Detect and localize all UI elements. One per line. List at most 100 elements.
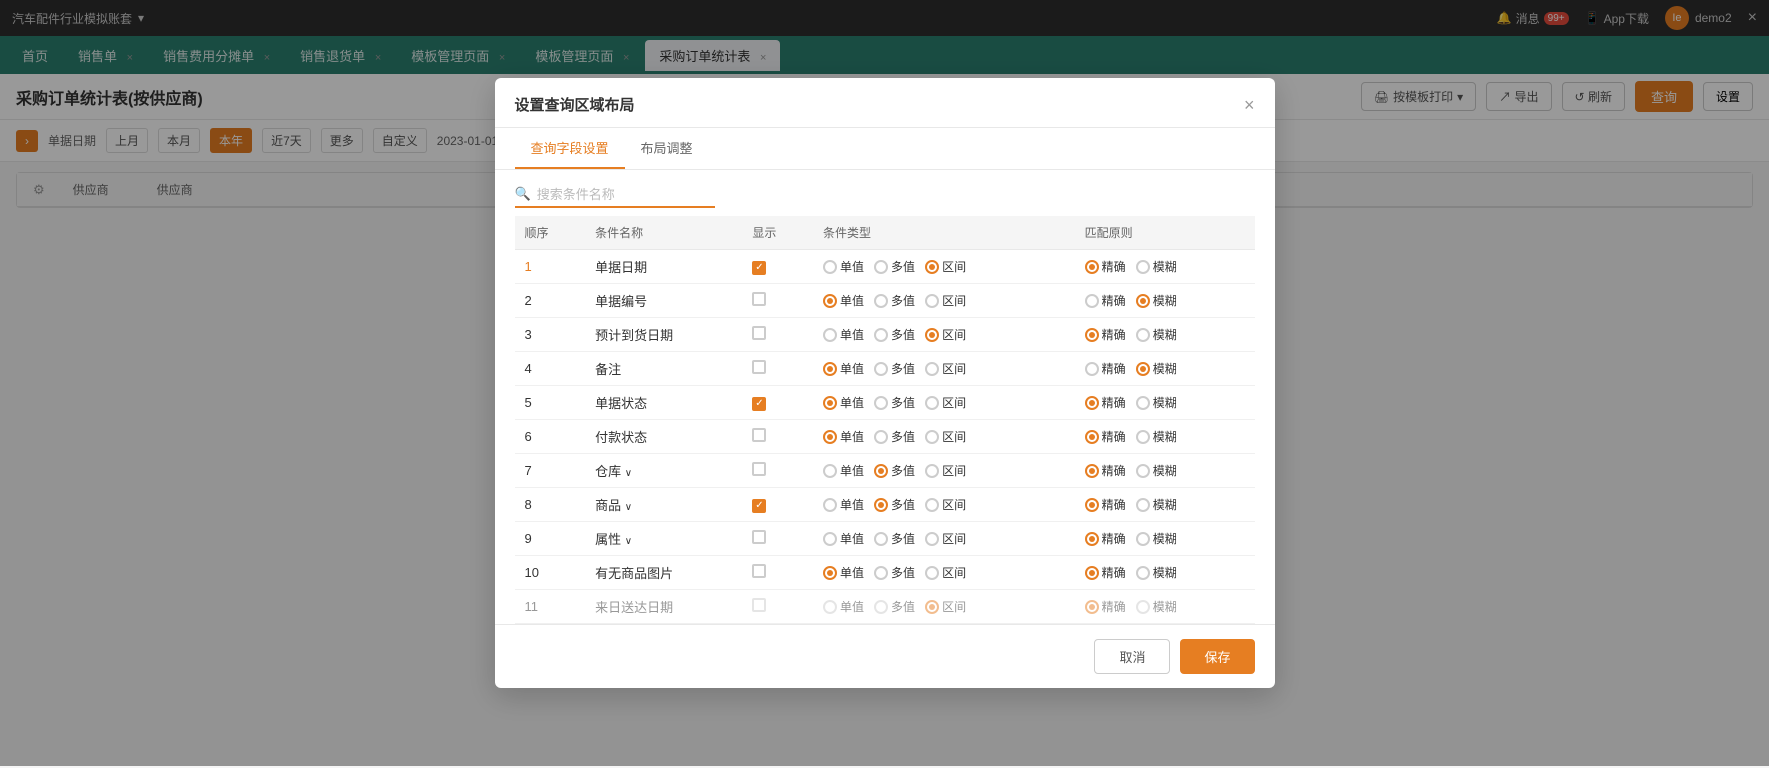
display-checkbox[interactable]	[752, 360, 766, 374]
radio-type-range[interactable]: 区间	[925, 326, 966, 343]
radio-single-indicator	[823, 498, 837, 512]
search-input[interactable]	[537, 187, 697, 202]
radio-type-range[interactable]: 区间	[925, 258, 966, 275]
cell-order: 11	[515, 590, 586, 624]
radio-type-multi[interactable]: 多值	[874, 292, 915, 309]
radio-multi-indicator	[874, 600, 888, 614]
radio-type-range[interactable]: 区间	[925, 564, 966, 581]
radio-match-fuzzy[interactable]: 模糊	[1136, 598, 1177, 615]
display-checkbox[interactable]	[752, 462, 766, 476]
cell-display[interactable]: ✓	[742, 386, 813, 420]
radio-match-exact[interactable]: 精确	[1085, 530, 1126, 547]
radio-match-exact[interactable]: 精确	[1085, 598, 1126, 615]
cell-display[interactable]	[742, 352, 813, 386]
radio-type-multi[interactable]: 多值	[874, 360, 915, 377]
radio-type-single[interactable]: 单值	[823, 326, 864, 343]
tab-query-fields[interactable]: 查询字段设置	[515, 128, 625, 169]
cell-order: 6	[515, 420, 586, 454]
radio-match-exact[interactable]: 精确	[1085, 394, 1126, 411]
cell-match-rule: 精确模糊	[1075, 522, 1255, 556]
cell-condition-type: 单值多值区间	[813, 454, 1075, 488]
radio-type-single[interactable]: 单值	[823, 496, 864, 513]
radio-match-exact[interactable]: 精确	[1085, 326, 1126, 343]
radio-type-multi[interactable]: 多值	[874, 428, 915, 445]
radio-type-multi[interactable]: 多值	[874, 326, 915, 343]
radio-match-exact-indicator	[1085, 600, 1099, 614]
cell-condition-type: 单值多值区间	[813, 556, 1075, 590]
radio-type-range[interactable]: 区间	[925, 394, 966, 411]
radio-type-multi[interactable]: 多值	[874, 564, 915, 581]
radio-match-exact[interactable]: 精确	[1085, 496, 1126, 513]
radio-type-range[interactable]: 区间	[925, 530, 966, 547]
radio-match-fuzzy[interactable]: 模糊	[1136, 496, 1177, 513]
display-checkbox[interactable]	[752, 428, 766, 442]
display-checkbox[interactable]	[752, 292, 766, 306]
radio-type-single[interactable]: 单值	[823, 530, 864, 547]
radio-match-fuzzy[interactable]: 模糊	[1136, 564, 1177, 581]
radio-type-range[interactable]: 区间	[925, 462, 966, 479]
cell-match-rule: 精确模糊	[1075, 386, 1255, 420]
radio-type-single[interactable]: 单值	[823, 598, 864, 615]
radio-type-single[interactable]: 单值	[823, 360, 864, 377]
save-button[interactable]: 保存	[1180, 639, 1254, 674]
radio-match-exact[interactable]: 精确	[1085, 564, 1126, 581]
radio-type-range[interactable]: 区间	[925, 598, 966, 615]
radio-type-single[interactable]: 单值	[823, 292, 864, 309]
radio-match-fuzzy[interactable]: 模糊	[1136, 360, 1177, 377]
radio-type-single[interactable]: 单值	[823, 428, 864, 445]
radio-type-range[interactable]: 区间	[925, 496, 966, 513]
radio-type-multi[interactable]: 多值	[874, 462, 915, 479]
radio-range-indicator	[925, 328, 939, 342]
display-checkbox[interactable]: ✓	[752, 499, 766, 513]
radio-match-exact[interactable]: 精确	[1085, 360, 1126, 377]
tab-layout-adjust[interactable]: 布局调整	[625, 128, 709, 169]
radio-match-exact[interactable]: 精确	[1085, 258, 1126, 275]
tab-query-fields-label: 查询字段设置	[531, 141, 609, 156]
radio-type-single[interactable]: 单值	[823, 394, 864, 411]
cell-display[interactable]: ✓	[742, 488, 813, 522]
table-row: 8商品 ∨✓单值多值区间精确模糊	[515, 488, 1255, 522]
cell-display[interactable]	[742, 454, 813, 488]
display-checkbox[interactable]	[752, 326, 766, 340]
radio-type-multi[interactable]: 多值	[874, 394, 915, 411]
radio-type-single[interactable]: 单值	[823, 564, 864, 581]
radio-match-fuzzy[interactable]: 模糊	[1136, 258, 1177, 275]
cell-display[interactable]	[742, 556, 813, 590]
radio-match-fuzzy[interactable]: 模糊	[1136, 292, 1177, 309]
radio-match-fuzzy[interactable]: 模糊	[1136, 428, 1177, 445]
cell-display[interactable]	[742, 284, 813, 318]
radio-type-range[interactable]: 区间	[925, 428, 966, 445]
cell-display[interactable]	[742, 590, 813, 624]
radio-type-single[interactable]: 单值	[823, 462, 864, 479]
radio-match-fuzzy[interactable]: 模糊	[1136, 394, 1177, 411]
radio-match-fuzzy[interactable]: 模糊	[1136, 462, 1177, 479]
display-checkbox[interactable]	[752, 530, 766, 544]
radio-type-multi[interactable]: 多值	[874, 530, 915, 547]
radio-match-exact[interactable]: 精确	[1085, 462, 1126, 479]
radio-multi-indicator	[874, 294, 888, 308]
radio-match-exact[interactable]: 精确	[1085, 428, 1126, 445]
display-checkbox[interactable]: ✓	[752, 397, 766, 411]
cell-order: 5	[515, 386, 586, 420]
display-checkbox[interactable]	[752, 564, 766, 578]
radio-type-range[interactable]: 区间	[925, 292, 966, 309]
radio-type-single[interactable]: 单值	[823, 258, 864, 275]
dialog-tabs: 查询字段设置 布局调整	[495, 128, 1275, 170]
display-checkbox[interactable]: ✓	[752, 261, 766, 275]
tab-layout-adjust-label: 布局调整	[641, 141, 693, 156]
radio-match-fuzzy[interactable]: 模糊	[1136, 530, 1177, 547]
radio-type-multi[interactable]: 多值	[874, 496, 915, 513]
radio-single-indicator	[823, 260, 837, 274]
radio-type-range[interactable]: 区间	[925, 360, 966, 377]
dialog-close-button[interactable]: ×	[1244, 96, 1255, 114]
radio-type-multi[interactable]: 多值	[874, 598, 915, 615]
radio-match-fuzzy[interactable]: 模糊	[1136, 326, 1177, 343]
display-checkbox[interactable]	[752, 598, 766, 612]
cancel-button[interactable]: 取消	[1094, 639, 1170, 674]
cell-display[interactable]	[742, 420, 813, 454]
cell-display[interactable]	[742, 318, 813, 352]
radio-type-multi[interactable]: 多值	[874, 258, 915, 275]
radio-match-exact[interactable]: 精确	[1085, 292, 1126, 309]
cell-display[interactable]	[742, 522, 813, 556]
cell-display[interactable]: ✓	[742, 250, 813, 284]
